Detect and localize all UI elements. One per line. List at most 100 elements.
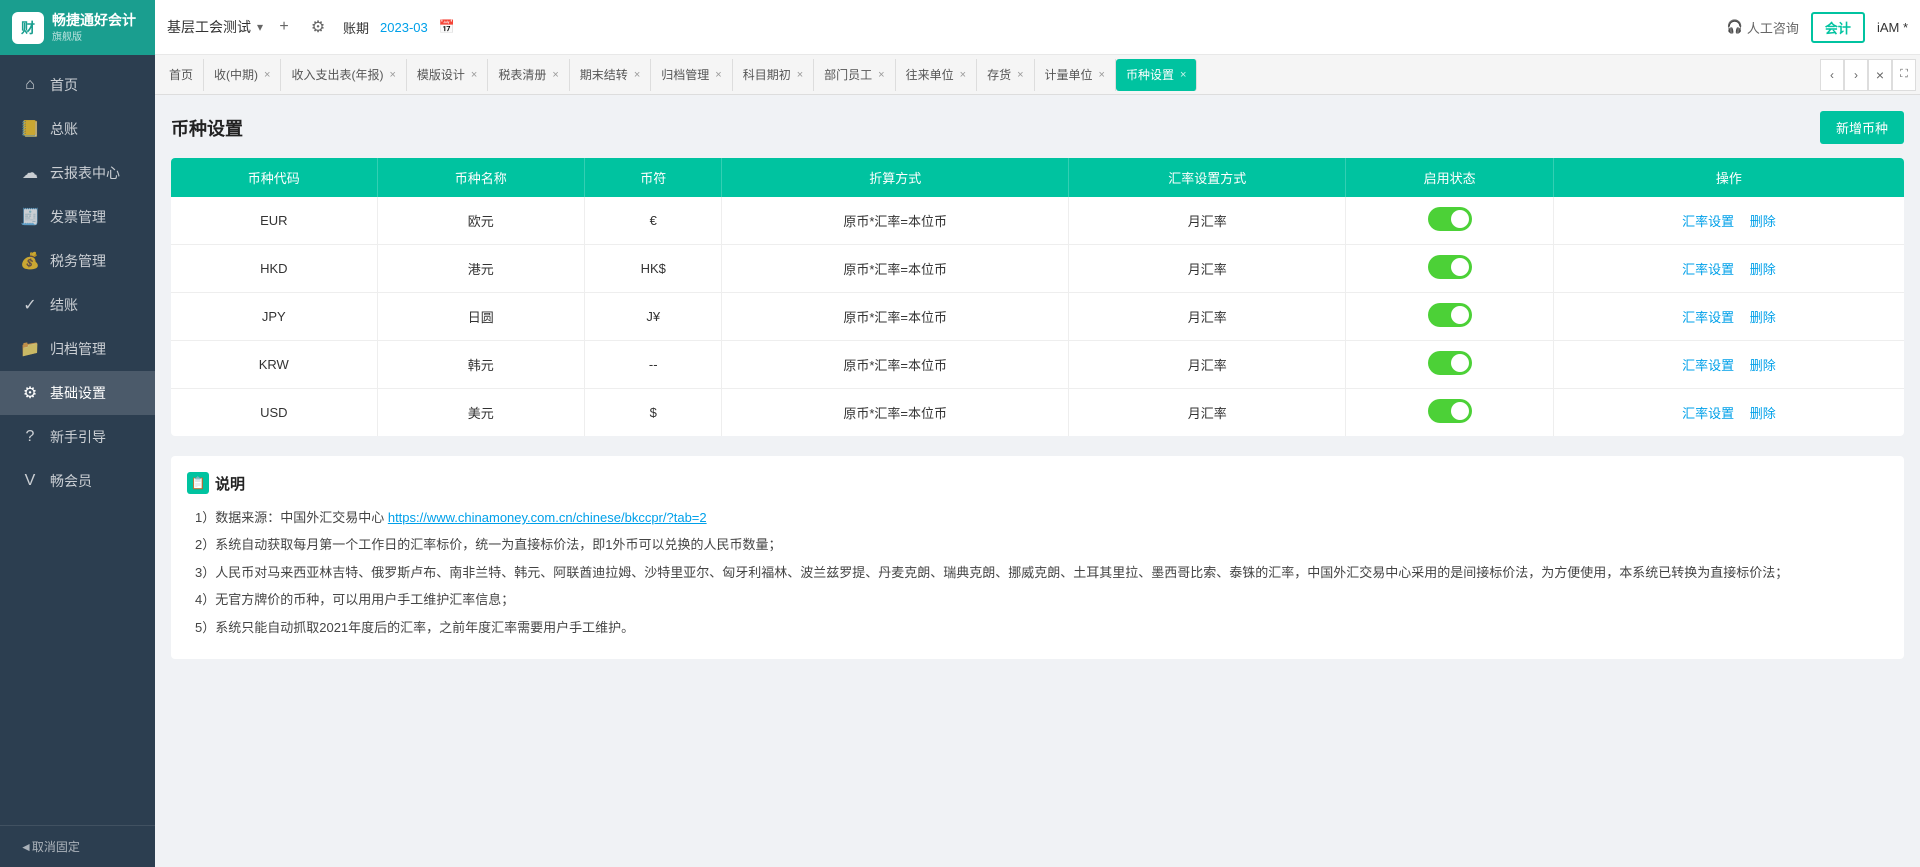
header: 基层工会测试 ▾ + ⚙ 账期 2023-03 📅 🎧 人工咨询 会计 iAM … [155, 0, 1920, 55]
calendar-icon[interactable]: 📅 [439, 19, 455, 35]
tab-close-icon[interactable]: × [471, 69, 477, 81]
notice-link[interactable]: https://www.chinamoney.com.cn/chinese/bk… [388, 510, 707, 525]
tab-10[interactable]: 存货× [977, 59, 1034, 91]
table-body: EUR 欧元 € 原币*汇率=本位币 月汇率 汇率设置 删除 HKD 港元 HK… [171, 197, 1904, 436]
tab-close-icon[interactable]: × [960, 69, 966, 81]
tab-7[interactable]: 科目期初× [733, 59, 814, 91]
tab-5[interactable]: 期末结转× [570, 59, 651, 91]
tab-8[interactable]: 部门员工 × [814, 59, 895, 91]
tab-close-icon[interactable]: × [389, 69, 395, 81]
rate-setting-link[interactable]: 汇率设置 [1682, 214, 1734, 229]
service-button[interactable]: 🎧 人工咨询 [1727, 18, 1799, 37]
sidebar-item-settings[interactable]: ⚙基础设置 [0, 371, 155, 415]
sidebar-item-member[interactable]: V 畅会员 [0, 459, 155, 503]
kuaiji-button[interactable]: 会计 [1811, 12, 1865, 43]
tab-3[interactable]: 模版设计× [407, 59, 488, 91]
sidebar-item-tax[interactable]: 💰税务管理 [0, 239, 155, 283]
col-header: 币符 [585, 158, 722, 197]
new-currency-button[interactable]: 新增币种 [1820, 111, 1904, 144]
tabs-next-button[interactable]: › [1844, 59, 1868, 91]
col-header: 折算方式 [722, 158, 1069, 197]
calc-method: 原币*汇率=本位币 [722, 341, 1069, 389]
toggle-knob [1451, 306, 1469, 324]
calc-method: 原币*汇率=本位币 [722, 293, 1069, 341]
tab-close-icon[interactable]: × [552, 69, 558, 81]
rate-setting-link[interactable]: 汇率设置 [1682, 310, 1734, 325]
tab-close-icon[interactable]: × [264, 69, 270, 81]
reports-icon: ☁ [20, 163, 40, 183]
enabled-status [1346, 245, 1553, 293]
tabs-close-all-button[interactable]: × [1868, 59, 1892, 91]
tab-close-icon[interactable]: × [1017, 69, 1023, 81]
sidebar-item-archive[interactable]: 📁归档管理 [0, 327, 155, 371]
tab-9[interactable]: 往来单位× [896, 59, 977, 91]
sidebar-item-checkout[interactable]: ✓结账 [0, 283, 155, 327]
actions: 汇率设置 删除 [1553, 341, 1904, 389]
delete-link[interactable]: 删除 [1750, 310, 1776, 325]
rate-setting-link[interactable]: 汇率设置 [1682, 262, 1734, 277]
headset-icon: 🎧 [1727, 19, 1743, 35]
tab-4[interactable]: 税表清册× [488, 59, 569, 91]
table-row: JPY 日圆 J¥ 原币*汇率=本位币 月汇率 汇率设置 删除 [171, 293, 1904, 341]
tab-1[interactable]: 收(中期)× [204, 59, 281, 91]
tab-11[interactable]: 计量单位× [1035, 59, 1116, 91]
notice-item: 1）数据来源：中国外汇交易中心 https://www.chinamoney.c… [195, 506, 1888, 529]
delete-link[interactable]: 删除 [1750, 358, 1776, 373]
col-header: 币种代码 [171, 158, 377, 197]
actions: 汇率设置 删除 [1553, 197, 1904, 245]
settings-button[interactable]: ⚙ [305, 14, 331, 40]
tabs-right-controls: ‹ › × ⛶ [1820, 59, 1916, 91]
sidebar-item-label: 归档管理 [50, 339, 106, 359]
delete-link[interactable]: 删除 [1750, 262, 1776, 277]
delete-link[interactable]: 删除 [1750, 214, 1776, 229]
sidebar-footer[interactable]: ◄取消固定 [0, 825, 155, 867]
tab-close-icon[interactable]: × [797, 69, 803, 81]
sidebar-item-label: 云报表中心 [50, 163, 120, 183]
logo-icon: 财 [12, 12, 44, 44]
enabled-toggle[interactable] [1428, 303, 1472, 327]
enabled-toggle[interactable] [1428, 351, 1472, 375]
notice-item: 3）人民币对马来西亚林吉特、俄罗斯卢布、南非兰特、韩元、阿联酋迪拉姆、沙特里亚尔… [195, 561, 1888, 584]
enabled-toggle[interactable] [1428, 207, 1472, 231]
sidebar-item-ledger[interactable]: 📒总账 [0, 107, 155, 151]
tab-label: 部门员工 [824, 66, 872, 83]
tab-close-icon[interactable]: × [634, 69, 640, 81]
tab-0[interactable]: 首页 [159, 59, 204, 91]
tab-2[interactable]: 收入支出表(年报)× [281, 59, 406, 91]
tab-12[interactable]: 币种设置× [1116, 59, 1197, 91]
period-value[interactable]: 2023-03 [380, 20, 428, 35]
enabled-toggle[interactable] [1428, 399, 1472, 423]
chevron-down-icon: ▾ [257, 20, 263, 34]
col-header: 汇率设置方式 [1068, 158, 1345, 197]
tab-close-icon[interactable]: × [1099, 69, 1105, 81]
tabs-expand-button[interactable]: ⛶ [1892, 59, 1916, 91]
member-icon: V [20, 472, 40, 490]
tab-6[interactable]: 归档管理× [651, 59, 732, 91]
notice-title: 📋 说明 [187, 472, 1888, 494]
currency-code: EUR [171, 197, 377, 245]
rate-setting-link[interactable]: 汇率设置 [1682, 406, 1734, 421]
col-header: 启用状态 [1346, 158, 1553, 197]
sidebar-item-reports[interactable]: ☁ 云报表中心 [0, 151, 155, 195]
tab-close-icon[interactable]: × [1180, 69, 1186, 81]
rate-setting-link[interactable]: 汇率设置 [1682, 358, 1734, 373]
delete-link[interactable]: 删除 [1750, 406, 1776, 421]
logo-sub: 旗舰版 [52, 28, 136, 43]
enabled-status [1346, 197, 1553, 245]
tabs-prev-button[interactable]: ‹ [1820, 59, 1844, 91]
tab-close-icon[interactable]: × [715, 69, 721, 81]
sidebar-item-home[interactable]: ⌂首页 [0, 63, 155, 107]
currency-name: 港元 [377, 245, 584, 293]
tab-close-icon[interactable]: × [878, 69, 884, 81]
enabled-toggle[interactable] [1428, 255, 1472, 279]
sidebar-item-label: 畅会员 [50, 471, 92, 491]
sidebar-item-guide[interactable]: ?新手引导 [0, 415, 155, 459]
currency-symbol: -- [585, 341, 722, 389]
ledger-icon: 📒 [20, 119, 40, 139]
rate-type: 月汇率 [1068, 245, 1345, 293]
header-company[interactable]: 基层工会测试 ▾ [167, 17, 263, 37]
logo-text: 畅捷通好会计 [52, 12, 136, 29]
add-tab-button[interactable]: + [271, 14, 297, 40]
header-actions: + ⚙ 账期 2023-03 📅 [271, 14, 455, 40]
sidebar-item-invoice[interactable]: 🧾发票管理 [0, 195, 155, 239]
